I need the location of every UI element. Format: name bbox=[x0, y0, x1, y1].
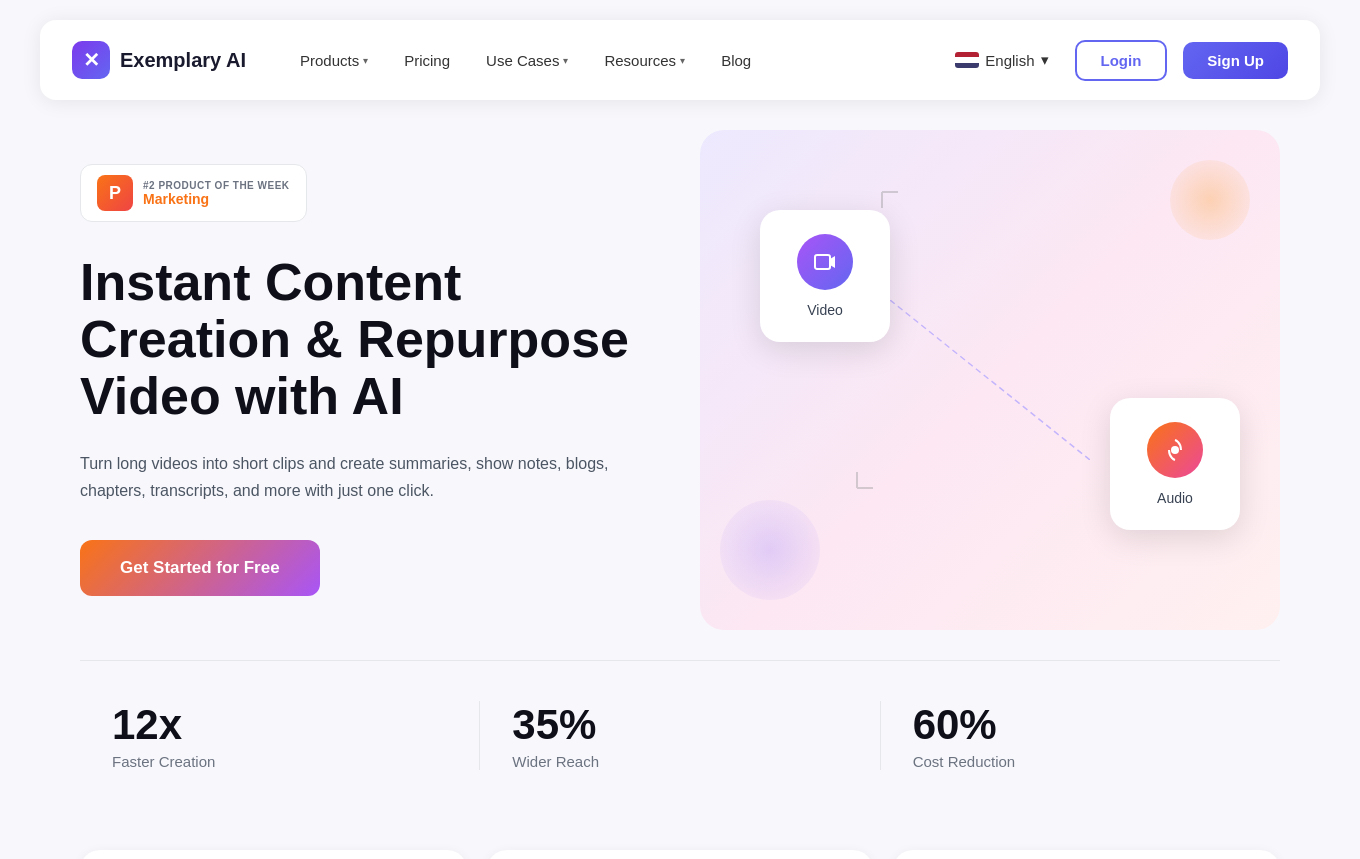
orb-decoration bbox=[720, 500, 820, 600]
video-label: Video bbox=[807, 302, 843, 318]
badge-category: Marketing bbox=[143, 191, 290, 207]
logo-text: Exemplary AI bbox=[120, 49, 246, 72]
video-icon bbox=[797, 234, 853, 290]
hero-content: P #2 PRODUCT OF THE WEEK Marketing Insta… bbox=[80, 164, 640, 596]
badge-rank: #2 PRODUCT OF THE WEEK bbox=[143, 180, 290, 191]
chevron-down-icon: ▾ bbox=[563, 55, 568, 66]
stat-number: 35% bbox=[512, 701, 847, 749]
badge-icon: P bbox=[97, 175, 133, 211]
logo[interactable]: ✕ Exemplary AI bbox=[72, 41, 246, 79]
svg-point-2 bbox=[1171, 446, 1179, 454]
stat-number: 12x bbox=[112, 701, 447, 749]
audio-label: Audio bbox=[1157, 490, 1193, 506]
video-card: Video bbox=[760, 210, 890, 342]
stats-section: 12x Faster Creation 35% Wider Reach 60% … bbox=[80, 660, 1280, 810]
badge-text: #2 PRODUCT OF THE WEEK Marketing bbox=[143, 180, 290, 207]
hero-heading: Instant Content Creation & Repurpose Vid… bbox=[80, 254, 640, 426]
stat-label: Faster Creation bbox=[112, 753, 447, 770]
feature-cards-preview bbox=[80, 850, 1280, 859]
corner-mark-icon bbox=[880, 190, 900, 210]
product-of-week-badge[interactable]: P #2 PRODUCT OF THE WEEK Marketing bbox=[80, 164, 307, 222]
stat-cost-reduction: 60% Cost Reduction bbox=[880, 701, 1280, 770]
corner-mark-icon bbox=[855, 470, 875, 490]
nav-products[interactable]: Products ▾ bbox=[286, 44, 382, 77]
stat-faster-creation: 12x Faster Creation bbox=[80, 701, 479, 770]
flag-icon bbox=[955, 52, 979, 68]
nav-blog[interactable]: Blog bbox=[707, 44, 765, 77]
svg-rect-1 bbox=[815, 255, 830, 269]
nav-links: Products ▾ Pricing Use Cases ▾ Resources… bbox=[286, 44, 765, 77]
navbar: ✕ Exemplary AI Products ▾ Pricing Use Ca… bbox=[0, 20, 1360, 100]
signup-button[interactable]: Sign Up bbox=[1183, 42, 1288, 79]
audio-icon bbox=[1147, 422, 1203, 478]
logo-icon: ✕ bbox=[72, 41, 110, 79]
cta-button[interactable]: Get Started for Free bbox=[80, 540, 320, 596]
stat-label: Wider Reach bbox=[512, 753, 847, 770]
chevron-down-icon: ▾ bbox=[363, 55, 368, 66]
svg-line-0 bbox=[890, 300, 1090, 460]
orb-decoration bbox=[1170, 160, 1250, 240]
stat-label: Cost Reduction bbox=[913, 753, 1248, 770]
nav-right: English ▾ Login Sign Up bbox=[945, 40, 1288, 81]
chevron-down-icon: ▾ bbox=[680, 55, 685, 66]
nav-pricing[interactable]: Pricing bbox=[390, 44, 464, 77]
nav-resources[interactable]: Resources ▾ bbox=[590, 44, 699, 77]
language-selector[interactable]: English ▾ bbox=[945, 45, 1058, 75]
login-button[interactable]: Login bbox=[1075, 40, 1168, 81]
preview-card-1 bbox=[80, 850, 467, 859]
audio-card: Audio bbox=[1110, 398, 1240, 530]
hero-visual: Video Audio bbox=[700, 130, 1280, 630]
stat-number: 60% bbox=[913, 701, 1248, 749]
preview-card-2 bbox=[487, 850, 874, 859]
preview-card-3 bbox=[893, 850, 1280, 859]
hero-section: P #2 PRODUCT OF THE WEEK Marketing Insta… bbox=[80, 120, 1280, 640]
connector-line bbox=[890, 300, 1090, 460]
hero-description: Turn long videos into short clips and cr… bbox=[80, 450, 640, 504]
stat-wider-reach: 35% Wider Reach bbox=[479, 701, 879, 770]
nav-use-cases[interactable]: Use Cases ▾ bbox=[472, 44, 582, 77]
chevron-down-icon: ▾ bbox=[1041, 51, 1049, 69]
